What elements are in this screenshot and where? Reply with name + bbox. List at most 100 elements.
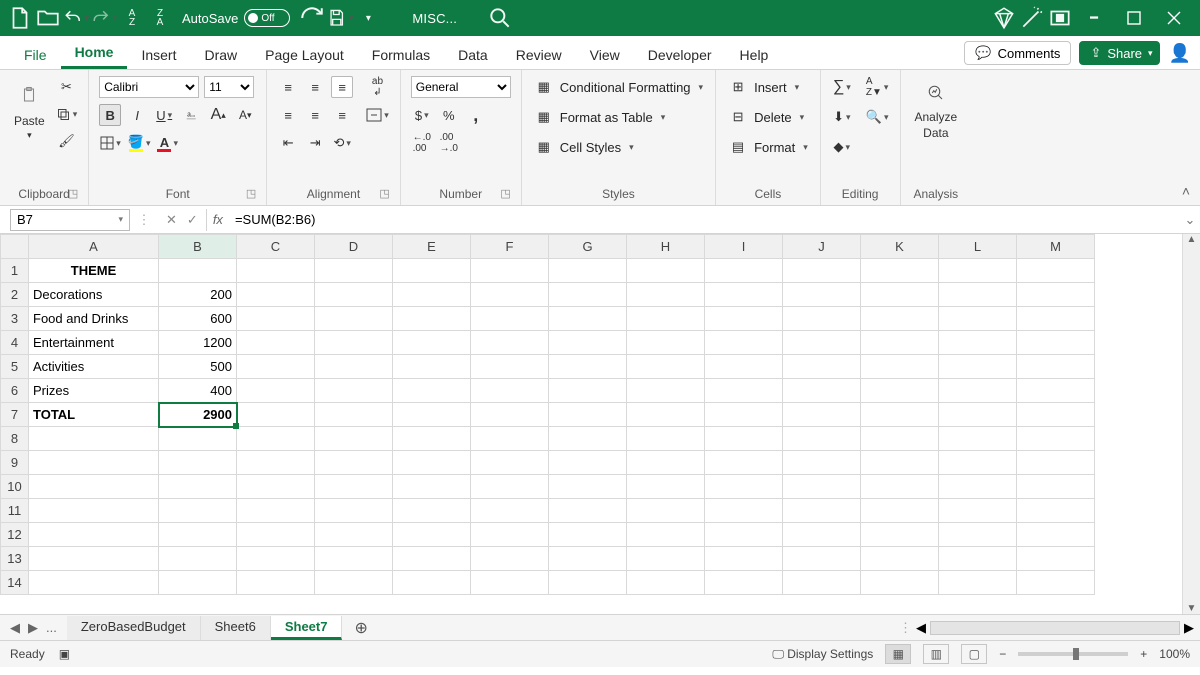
cell-H8[interactable] <box>627 427 705 451</box>
cell-A7[interactable]: TOTAL <box>29 403 159 427</box>
cell-K1[interactable] <box>861 259 939 283</box>
cell-E3[interactable] <box>393 307 471 331</box>
format-cells-button[interactable]: ▤Format▾ <box>726 136 810 158</box>
cell-D3[interactable] <box>315 307 393 331</box>
horizontal-scrollbar[interactable] <box>930 621 1180 635</box>
tab-help[interactable]: Help <box>726 40 783 69</box>
cell-M11[interactable] <box>1017 499 1095 523</box>
cell-C11[interactable] <box>237 499 315 523</box>
increase-decimal-icon[interactable]: ←.0.00 <box>411 132 433 154</box>
cell-L13[interactable] <box>939 547 1017 571</box>
display-settings-button[interactable]: 🖵 Display Settings <box>772 647 873 662</box>
cell-A5[interactable]: Activities <box>29 355 159 379</box>
cell-I4[interactable] <box>705 331 783 355</box>
tab-review[interactable]: Review <box>502 40 576 69</box>
cell-E5[interactable] <box>393 355 471 379</box>
cell-I9[interactable] <box>705 451 783 475</box>
cell-B2[interactable]: 200 <box>159 283 237 307</box>
cell-B11[interactable] <box>159 499 237 523</box>
tab-developer[interactable]: Developer <box>634 40 726 69</box>
cell-F10[interactable] <box>471 475 549 499</box>
cell-C5[interactable] <box>237 355 315 379</box>
merge-button[interactable] <box>365 104 390 126</box>
col-header-I[interactable]: I <box>705 235 783 259</box>
cell-L10[interactable] <box>939 475 1017 499</box>
col-header-C[interactable]: C <box>237 235 315 259</box>
cell-H4[interactable] <box>627 331 705 355</box>
cell-K12[interactable] <box>861 523 939 547</box>
cell-G6[interactable] <box>549 379 627 403</box>
cell-M1[interactable] <box>1017 259 1095 283</box>
cell-J7[interactable] <box>783 403 861 427</box>
cell-E4[interactable] <box>393 331 471 355</box>
currency-button[interactable]: $ <box>411 104 433 126</box>
cell-G4[interactable] <box>549 331 627 355</box>
font-size-select[interactable]: 11 <box>204 76 254 98</box>
sheet-tab-ZeroBasedBudget[interactable]: ZeroBasedBudget <box>67 616 201 640</box>
cancel-formula-icon[interactable]: ✕ <box>166 212 177 228</box>
italic-button[interactable]: I <box>126 104 148 126</box>
col-header-F[interactable]: F <box>471 235 549 259</box>
diamond-icon[interactable] <box>991 5 1017 31</box>
cell-I11[interactable] <box>705 499 783 523</box>
qat-customize-icon[interactable]: ▾ <box>355 5 381 31</box>
cell-D7[interactable] <box>315 403 393 427</box>
font-name-select[interactable]: Calibri <box>99 76 199 98</box>
cell-I13[interactable] <box>705 547 783 571</box>
cell-L3[interactable] <box>939 307 1017 331</box>
row-header-4[interactable]: 4 <box>1 331 29 355</box>
cell-F4[interactable] <box>471 331 549 355</box>
cell-L1[interactable] <box>939 259 1017 283</box>
cell-K6[interactable] <box>861 379 939 403</box>
fx-label[interactable]: fx <box>207 212 229 227</box>
cell-H11[interactable] <box>627 499 705 523</box>
macro-record-icon[interactable]: ▣ <box>59 647 70 661</box>
sort-asc-icon[interactable]: AZ <box>119 5 145 31</box>
row-header-14[interactable]: 14 <box>1 571 29 595</box>
cell-B9[interactable] <box>159 451 237 475</box>
font-color-button[interactable]: A <box>156 132 179 154</box>
add-sheet-button[interactable]: ⊕ <box>342 618 379 638</box>
cell-H3[interactable] <box>627 307 705 331</box>
view-page-layout-icon[interactable]: ▥ <box>923 644 949 664</box>
col-header-A[interactable]: A <box>29 235 159 259</box>
cell-C10[interactable] <box>237 475 315 499</box>
cell-B7[interactable]: 2900 <box>159 403 237 427</box>
cell-B14[interactable] <box>159 571 237 595</box>
cell-J9[interactable] <box>783 451 861 475</box>
borders-button[interactable] <box>99 132 122 154</box>
cell-C1[interactable] <box>237 259 315 283</box>
cell-F6[interactable] <box>471 379 549 403</box>
cell-H12[interactable] <box>627 523 705 547</box>
sheet-nav-more-icon[interactable]: ... <box>46 620 57 636</box>
cell-B5[interactable]: 500 <box>159 355 237 379</box>
cell-I1[interactable] <box>705 259 783 283</box>
cell-I10[interactable] <box>705 475 783 499</box>
cell-J6[interactable] <box>783 379 861 403</box>
zoom-out-button[interactable]: − <box>999 647 1006 661</box>
cell-I8[interactable] <box>705 427 783 451</box>
sort-filter-button[interactable]: AZ▼ <box>865 76 890 98</box>
cell-L12[interactable] <box>939 523 1017 547</box>
cell-F5[interactable] <box>471 355 549 379</box>
cell-F13[interactable] <box>471 547 549 571</box>
account-icon[interactable]: 👤 <box>1168 42 1192 64</box>
cell-L5[interactable] <box>939 355 1017 379</box>
cell-E13[interactable] <box>393 547 471 571</box>
cell-B3[interactable]: 600 <box>159 307 237 331</box>
cell-G8[interactable] <box>549 427 627 451</box>
tab-home[interactable]: Home <box>61 37 128 69</box>
cell-M8[interactable] <box>1017 427 1095 451</box>
cell-J5[interactable] <box>783 355 861 379</box>
cell-G13[interactable] <box>549 547 627 571</box>
col-header-H[interactable]: H <box>627 235 705 259</box>
cell-A2[interactable]: Decorations <box>29 283 159 307</box>
cell-E2[interactable] <box>393 283 471 307</box>
cell-B1[interactable] <box>159 259 237 283</box>
increase-indent-icon[interactable]: ⇥ <box>304 132 326 154</box>
fill-button[interactable]: ⬇ <box>831 106 853 128</box>
save-icon[interactable] <box>327 5 353 31</box>
cell-M9[interactable] <box>1017 451 1095 475</box>
cell-M7[interactable] <box>1017 403 1095 427</box>
cell-B6[interactable]: 400 <box>159 379 237 403</box>
